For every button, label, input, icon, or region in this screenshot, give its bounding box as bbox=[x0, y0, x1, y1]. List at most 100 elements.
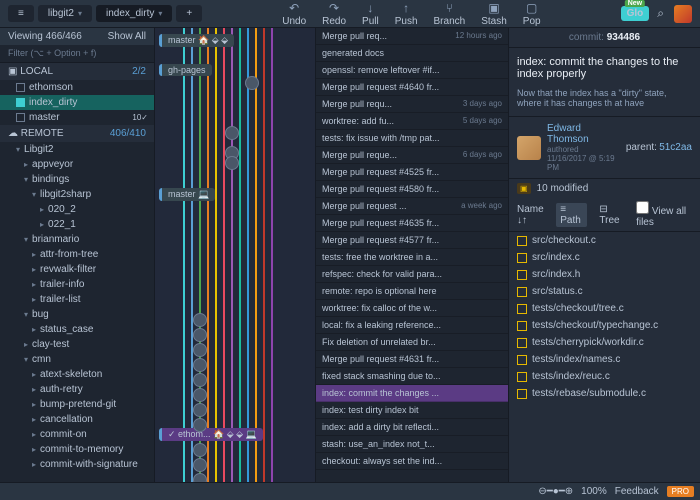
file-row[interactable]: src/index.c bbox=[509, 249, 700, 266]
remote-bump-pretend-git[interactable]: ▸bump-pretend-git bbox=[0, 397, 154, 412]
remote-Libgit2[interactable]: ▾Libgit2 bbox=[0, 142, 154, 157]
push-button[interactable]: ↑Push bbox=[395, 1, 418, 27]
remote-cancellation[interactable]: ▸cancellation bbox=[0, 412, 154, 427]
add-tab-button[interactable]: + bbox=[176, 5, 202, 22]
commit-row[interactable]: Merge pull request #4640 fr... bbox=[316, 79, 508, 96]
local-branch-master[interactable]: master10✓ bbox=[0, 110, 154, 125]
pull-button[interactable]: ↓Pull bbox=[362, 1, 379, 27]
remote-clay-test[interactable]: ▸clay-test bbox=[0, 337, 154, 352]
remote-bug[interactable]: ▾bug bbox=[0, 307, 154, 322]
feedback-link[interactable]: Feedback bbox=[615, 486, 659, 497]
file-row[interactable]: tests/rebase/submodule.c bbox=[509, 385, 700, 402]
view-path[interactable]: ≡ Path bbox=[556, 203, 587, 227]
commit-row[interactable]: Merge pull request #4580 fr... bbox=[316, 181, 508, 198]
file-row[interactable]: src/index.h bbox=[509, 266, 700, 283]
commit-row[interactable]: index: commit the changes ... bbox=[316, 385, 508, 402]
commit-row[interactable]: Merge pull request #4525 fr... bbox=[316, 164, 508, 181]
file-row[interactable]: src/checkout.c bbox=[509, 232, 700, 249]
search-icon[interactable]: ⌕ bbox=[657, 6, 664, 21]
sort-name[interactable]: Name ↓↑ bbox=[517, 204, 548, 226]
show-all-link[interactable]: Show All bbox=[108, 31, 146, 42]
branch-button[interactable]: ⑂Branch bbox=[434, 1, 466, 27]
commit-row[interactable]: Merge pull request #4631 fr... bbox=[316, 351, 508, 368]
glo-button[interactable]: NewGlo bbox=[621, 6, 650, 21]
commit-row[interactable]: index: add a dirty bit reflecti... bbox=[316, 419, 508, 436]
local-branch-index_dirty[interactable]: index_dirty bbox=[0, 95, 154, 110]
file-row[interactable]: tests/checkout/tree.c bbox=[509, 300, 700, 317]
pro-badge[interactable]: PRO bbox=[667, 486, 694, 497]
commit-row[interactable]: tests: fix issue with /tmp pat... bbox=[316, 130, 508, 147]
commit-avatar bbox=[193, 373, 207, 387]
redo-button[interactable]: ↷Redo bbox=[322, 1, 346, 27]
remote-cmn[interactable]: ▾cmn bbox=[0, 352, 154, 367]
commit-avatar bbox=[193, 313, 207, 327]
remote-revwalk-filter[interactable]: ▸revwalk-filter bbox=[0, 262, 154, 277]
commit-row[interactable]: openssl: remove leftover #if... bbox=[316, 62, 508, 79]
commit-row[interactable]: tests: free the worktree in a... bbox=[316, 249, 508, 266]
file-row[interactable]: tests/cherrypick/workdir.c bbox=[509, 334, 700, 351]
stash-button[interactable]: ▣Stash bbox=[481, 1, 507, 27]
zoom-slider[interactable]: ⊖━●━⊕ bbox=[538, 486, 573, 497]
remote-brianmario[interactable]: ▾brianmario bbox=[0, 232, 154, 247]
ref-label[interactable]: ✓ ethom... 🏠 ⬙ ⬙ 💻 bbox=[159, 428, 263, 441]
author-name[interactable]: Edward Thomson bbox=[547, 123, 620, 145]
remote-022_1[interactable]: ▸022_1 bbox=[0, 217, 154, 232]
commit-row[interactable]: Merge pull request #4577 fr... bbox=[316, 232, 508, 249]
commit-avatar bbox=[193, 343, 207, 357]
remote-attr-from-tree[interactable]: ▸attr-from-tree bbox=[0, 247, 154, 262]
commit-avatar bbox=[193, 358, 207, 372]
remote-020_2[interactable]: ▸020_2 bbox=[0, 202, 154, 217]
local-section[interactable]: ▣ LOCAL2/2 bbox=[0, 63, 154, 80]
local-branch-ethomson[interactable]: ethomson bbox=[0, 80, 154, 95]
commit-row[interactable]: Merge pull requ...3 days ago bbox=[316, 96, 508, 113]
commit-row[interactable]: worktree: add fu...5 days ago bbox=[316, 113, 508, 130]
commit-row[interactable]: Merge pull reque...6 days ago bbox=[316, 147, 508, 164]
file-row[interactable]: tests/index/names.c bbox=[509, 351, 700, 368]
pop-button[interactable]: ▢Pop bbox=[523, 1, 541, 27]
ref-label[interactable]: gh-pages bbox=[159, 64, 212, 76]
remote-appveyor[interactable]: ▸appveyor bbox=[0, 157, 154, 172]
remote-section[interactable]: ☁ REMOTE406/410 bbox=[0, 125, 154, 142]
commit-row[interactable]: index: test dirty index bit bbox=[316, 402, 508, 419]
commit-row[interactable]: Merge pull request #4635 fr... bbox=[316, 215, 508, 232]
view-all-checkbox[interactable] bbox=[636, 201, 649, 214]
commit-row[interactable]: remote: repo is optional here bbox=[316, 283, 508, 300]
remote-status_case[interactable]: ▸status_case bbox=[0, 322, 154, 337]
parent-link[interactable]: parent: 51c2aa bbox=[626, 142, 692, 153]
commit-avatar bbox=[193, 418, 207, 432]
remote-commit-with-signature[interactable]: ▸commit-with-signature bbox=[0, 457, 154, 472]
commit-row[interactable]: stash: use_an_index not_t... bbox=[316, 436, 508, 453]
ref-label[interactable]: master 💻 bbox=[159, 188, 215, 201]
remote-auth-retry[interactable]: ▸auth-retry bbox=[0, 382, 154, 397]
file-row[interactable]: tests/index/reuc.c bbox=[509, 368, 700, 385]
commit-row[interactable]: worktree: fix calloc of the w... bbox=[316, 300, 508, 317]
commit-row[interactable]: checkout: always set the ind... bbox=[316, 453, 508, 470]
commit-row[interactable]: refspec: check for valid para... bbox=[316, 266, 508, 283]
modified-badge: ▣ bbox=[517, 183, 531, 194]
commit-row[interactable]: local: fix a leaking reference... bbox=[316, 317, 508, 334]
commit-row[interactable]: generated docs bbox=[316, 45, 508, 62]
user-avatar[interactable] bbox=[674, 5, 692, 23]
ref-label[interactable]: master 🏠 ⬙ ⬙ bbox=[159, 34, 234, 47]
menu-icon[interactable]: ≡ bbox=[8, 5, 34, 22]
remote-bindings[interactable]: ▾bindings bbox=[0, 172, 154, 187]
file-row[interactable]: src/status.c bbox=[509, 283, 700, 300]
file-row[interactable]: tests/checkout/typechange.c bbox=[509, 317, 700, 334]
commit-row[interactable]: Fix deletion of unrelated br... bbox=[316, 334, 508, 351]
viewing-count: Viewing 466/466 bbox=[8, 31, 82, 42]
commit-title: index: commit the changes to the index p… bbox=[509, 48, 700, 88]
commit-row[interactable]: Merge pull req...12 hours ago bbox=[316, 28, 508, 45]
remote-libgit2sharp[interactable]: ▾libgit2sharp bbox=[0, 187, 154, 202]
repo-tab-index-dirty[interactable]: index_dirty ▾ bbox=[96, 5, 172, 22]
remote-trailer-info[interactable]: ▸trailer-info bbox=[0, 277, 154, 292]
repo-tab-libgit2[interactable]: libgit2 ▾ bbox=[38, 5, 92, 22]
commit-row[interactable]: fixed stack smashing due to... bbox=[316, 368, 508, 385]
filter-input[interactable]: Filter (⌥ + Option + f) bbox=[0, 45, 154, 63]
commit-row[interactable]: Merge pull request ...a week ago bbox=[316, 198, 508, 215]
undo-button[interactable]: ↶Undo bbox=[282, 1, 306, 27]
view-tree[interactable]: ⊟ Tree bbox=[595, 203, 628, 227]
remote-atext-skeleton[interactable]: ▸atext-skeleton bbox=[0, 367, 154, 382]
remote-commit-to-memory[interactable]: ▸commit-to-memory bbox=[0, 442, 154, 457]
remote-trailer-list[interactable]: ▸trailer-list bbox=[0, 292, 154, 307]
remote-commit-on[interactable]: ▸commit-on bbox=[0, 427, 154, 442]
